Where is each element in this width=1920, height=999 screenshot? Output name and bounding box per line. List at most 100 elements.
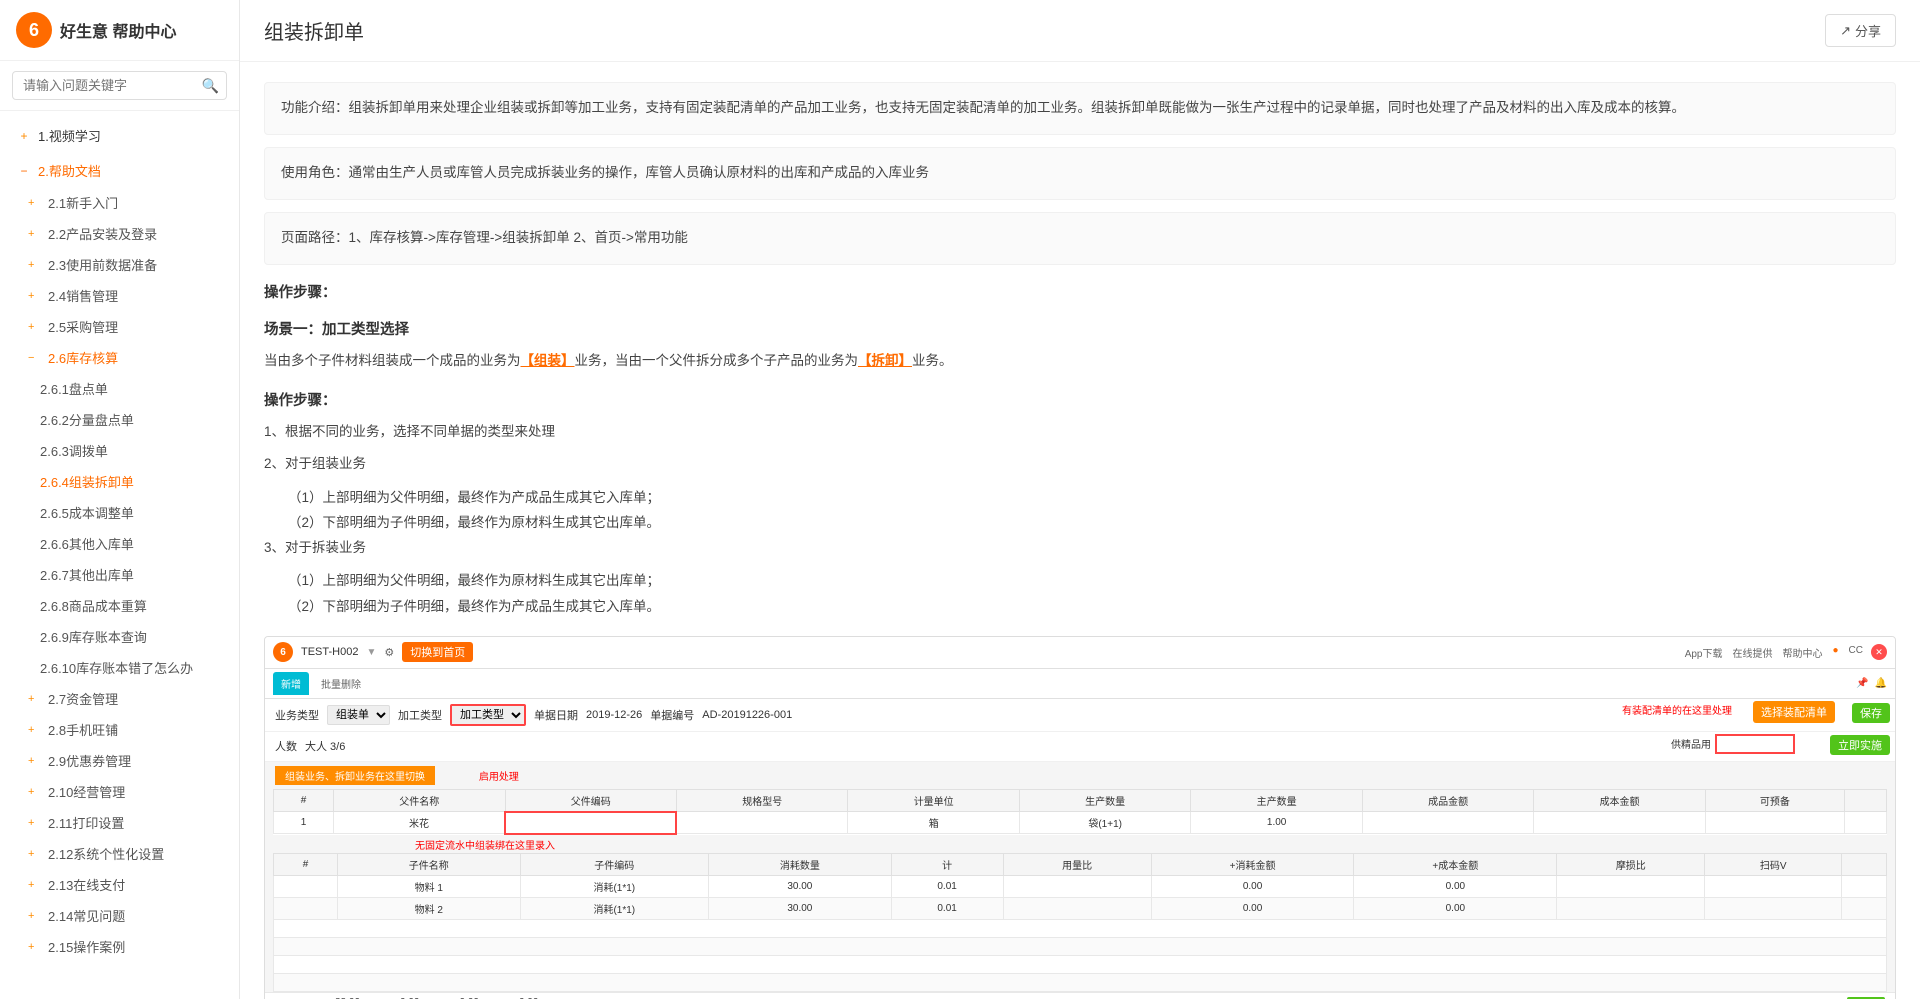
td2-consume-qty: 30.00: [709, 875, 892, 897]
screenshot-close-btn[interactable]: ✕: [1871, 644, 1887, 660]
sidebar-item-mgmt[interactable]: + 2.10经营管理: [0, 776, 239, 807]
screenshot-help-center: 帮助中心: [1783, 645, 1823, 660]
sidebar-item-cases[interactable]: + 2.15操作案例: [0, 931, 239, 962]
sidebar-item-install[interactable]: + 2.2产品安装及登录: [0, 218, 239, 249]
sidebar-leaf-stock-count2[interactable]: 2.6.2分量盘点单: [0, 404, 239, 435]
sidebar-leaf-cost-calc[interactable]: 2.6.8商品成本重算: [0, 590, 239, 621]
sidebar-leaf-cost-adj[interactable]: 2.6.5成本调整单: [0, 497, 239, 528]
screenshot-switch-btn[interactable]: 切换到首页: [402, 642, 473, 662]
td-parent-code: [505, 812, 676, 834]
td-parent-name: 米花: [334, 812, 505, 834]
plus-icon-finance: +: [28, 693, 42, 705]
sidebar-item-video[interactable]: + 1.视频学习: [0, 119, 239, 152]
screenshot-tab-batch-delete[interactable]: 批量删除: [313, 672, 369, 695]
th2-unit-qty: 计: [891, 853, 1003, 875]
screenshot-save-btn[interactable]: 保存: [1852, 703, 1890, 723]
screenshot-arrow-area: 无固定流水中组装绑在这里录入: [275, 835, 1885, 853]
path-desc-block: 页面路径：1、库存核算->库存管理->组装拆卸单 2、首页->常用功能: [264, 212, 1896, 265]
sidebar-item-print[interactable]: + 2.11打印设置: [0, 807, 239, 838]
td2-cost-amt: 0.00: [1354, 875, 1557, 897]
td2-child-name: 物料 1: [337, 875, 520, 897]
th2-cost-amt: +成本金额: [1354, 853, 1557, 875]
screenshot-top-icons: App下载 在线提供 帮助中心 ● CC: [1685, 645, 1863, 660]
table-row: [274, 955, 1887, 973]
table-row: [274, 973, 1887, 991]
annotation-fixed-bom: 有装配清单的在这里处理: [1619, 701, 1735, 718]
screenshot-app-download: App下载: [1685, 645, 1723, 660]
step2-sub1: （1）上部明细为父件明细，最终作为产成品生成其它入库单；: [264, 485, 1896, 511]
search-box: 🔍: [0, 61, 239, 111]
scene1-title: 场景一：加工类型选择: [264, 318, 1896, 339]
annotation-no-fixed: 无固定流水中组装绑在这里录入: [415, 837, 555, 852]
sidebar-item-sales[interactable]: + 2.4销售管理: [0, 280, 239, 311]
screenshot-confirm-btn[interactable]: 立即实施: [1830, 735, 1890, 755]
screenshot-orange-label: 组装业务、拆卸业务在这里切换: [275, 766, 435, 785]
screenshot-enable-input[interactable]: [1715, 734, 1795, 754]
table-row: 物料 2 消耗(1*1) 30.00 0.01 0.00 0.00: [274, 897, 1887, 919]
screenshot-form-label2: 人数: [275, 738, 297, 754]
sidebar-item-custom[interactable]: + 2.12系统个性化设置: [0, 838, 239, 869]
sidebar-item-faq[interactable]: + 2.14常见问题: [0, 900, 239, 931]
plus-icon-install: +: [28, 228, 42, 240]
plus-icon-faq: +: [28, 910, 42, 922]
table-row: [274, 919, 1887, 937]
sidebar-item-coupon[interactable]: + 2.9优惠券管理: [0, 745, 239, 776]
td2-num2: [274, 897, 338, 919]
screenshot-proc-select[interactable]: 加工类型: [450, 704, 526, 726]
sidebar-item-inventory[interactable]: − 2.6库存核算: [0, 342, 239, 373]
td-prod-amt: [1362, 812, 1533, 834]
screenshot-choose-btn[interactable]: 选择装配清单: [1753, 701, 1835, 723]
th2-consume-amt: +消耗金额: [1151, 853, 1354, 875]
screenshot-nav: 新增 批量删除 📌 🔔: [265, 669, 1895, 699]
th2-consume-qty: 消耗数量: [709, 853, 892, 875]
screenshot-parent-table: # 父件名称 父件编码 规格型号 计量单位 生产数量 主产数量 成品金额 成本金…: [273, 789, 1887, 835]
screenshot-type-select[interactable]: 组装单 拆卸单: [327, 705, 390, 725]
screenshot-enable-label: 供精品用: [1671, 736, 1711, 751]
sidebar-item-docs[interactable]: − 2.帮助文档: [0, 154, 239, 187]
sidebar-item-pay[interactable]: + 2.13在线支付: [0, 869, 239, 900]
screenshot-form-row1: 业务类型 组装单 拆卸单 加工类型 加工类型 单据日期 2019-12-26 单…: [265, 699, 1895, 732]
td-unit: 箱: [848, 812, 1019, 834]
role-desc-text: 使用角色：通常由生产人员或库管人员完成拆装业务的操作，库管人员确认原材料的出库和…: [281, 162, 1879, 185]
sidebar-leaf-assemble[interactable]: 2.6.4组装拆卸单: [0, 466, 239, 497]
th-unit: 计量单位: [848, 789, 1019, 812]
sidebar-item-data[interactable]: + 2.3使用前数据准备: [0, 249, 239, 280]
th-cost-amt: 成本金额: [1534, 789, 1705, 812]
search-button[interactable]: 🔍: [202, 77, 219, 94]
sidebar-item-purchase[interactable]: + 2.5采购管理: [0, 311, 239, 342]
td2-scan: [1705, 875, 1842, 897]
sidebar-leaf-adjust[interactable]: 2.6.3调拨单: [0, 435, 239, 466]
main-content-area: 组装拆卸单 ↗ 分享 功能介绍：组装拆卸单用来处理企业组装或拆卸等加工业务，支持…: [240, 0, 1920, 999]
screenshot-num-val: AD-20191226-001: [702, 709, 792, 721]
th-prod-qty: 生产数量: [1019, 789, 1190, 812]
table-row: 物料 1 消耗(1*1) 30.00 0.01 0.00 0.00: [274, 875, 1887, 897]
step3-text: 3、对于拆装业务: [264, 536, 1896, 560]
main-header: 组装拆卸单 ↗ 分享: [240, 0, 1920, 62]
sidebar-item-new[interactable]: + 2.1新手入门: [0, 187, 239, 218]
screenshot-tab-new[interactable]: 新增: [273, 672, 309, 695]
th-num: #: [274, 789, 334, 812]
screenshot-container: 6 TEST-H002 ▼ ⚙ 切换到首页 App下载 在线提供 帮助中心 ● …: [264, 636, 1896, 999]
sidebar-item-mobile[interactable]: + 2.8手机旺铺: [0, 714, 239, 745]
screenshot-app-bar: 6 TEST-H002 ▼ ⚙ 切换到首页 App下载 在线提供 帮助中心 ● …: [265, 637, 1895, 669]
step2-text: 2、对于组装业务: [264, 452, 1896, 476]
sidebar-leaf-other-in[interactable]: 2.6.6其他入库单: [0, 528, 239, 559]
sidebar-leaf-other-out[interactable]: 2.6.7其他出库单: [0, 559, 239, 590]
nav-section-docs: − 2.帮助文档 + 2.1新手入门 + 2.2产品安装及登录 + 2.3使用前…: [0, 154, 239, 962]
func-desc-text: 功能介绍：组装拆卸单用来处理企业组装或拆卸等加工业务，支持有固定装配清单的产品加…: [281, 97, 1879, 120]
sidebar-leaf-stock-count[interactable]: 2.6.1盘点单: [0, 373, 239, 404]
td2-num: [274, 875, 338, 897]
share-button[interactable]: ↗ 分享: [1825, 14, 1896, 47]
plus-icon-mgmt: +: [28, 786, 42, 798]
th-spec: 规格型号: [676, 789, 847, 812]
td-spec: [676, 812, 847, 834]
sidebar-leaf-stock-query[interactable]: 2.6.9库存账本查询: [0, 621, 239, 652]
sidebar-leaf-account-err[interactable]: 2.6.10库存账本错了怎么办: [0, 652, 239, 683]
td2-consume-amt2: 0.00: [1151, 897, 1354, 919]
sidebar-item-finance[interactable]: + 2.7资金管理: [0, 683, 239, 714]
search-input[interactable]: [12, 71, 227, 100]
th2-child-code: 子件编码: [520, 853, 708, 875]
th-parent-code: 父件编码: [505, 789, 676, 812]
td2-consume-amt: 0.00: [1151, 875, 1354, 897]
page-title: 组装拆卸单: [264, 16, 364, 45]
